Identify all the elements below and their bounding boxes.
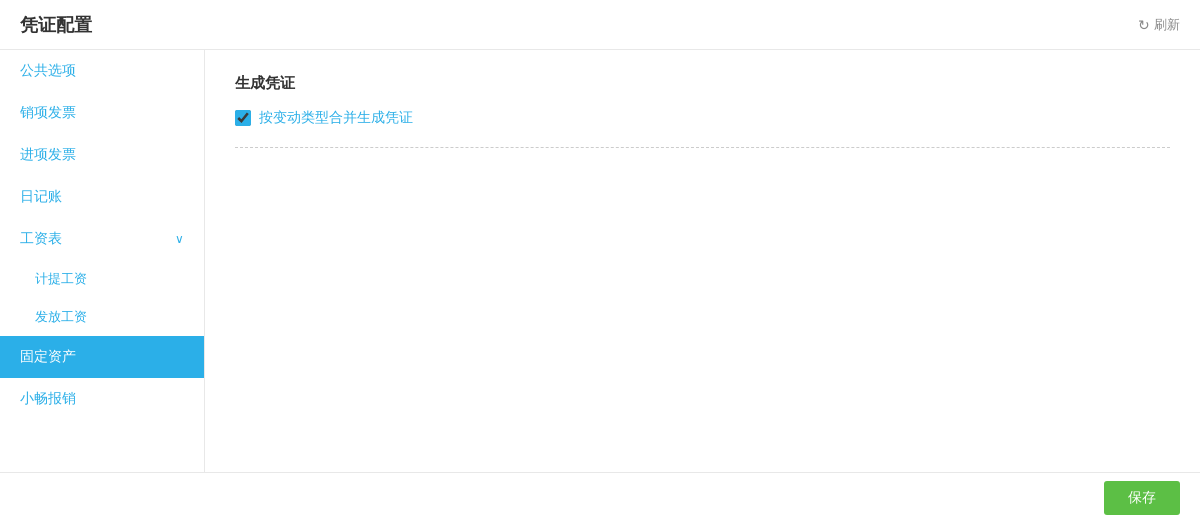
merge-by-type-checkbox[interactable]: [235, 110, 251, 126]
refresh-button[interactable]: ↻ 刷新: [1138, 16, 1180, 34]
section-title: 生成凭证: [235, 74, 1170, 93]
page-title: 凭证配置: [20, 13, 92, 37]
sidebar-item-label: 固定资产: [20, 348, 76, 366]
footer: 保存: [0, 472, 1200, 522]
main-container: 公共选项 销项发票 进项发票 日记账 工资表 ∨ 计提工资 发放工资 固定资产 …: [0, 50, 1200, 472]
save-button[interactable]: 保存: [1104, 481, 1180, 515]
sidebar: 公共选项 销项发票 进项发票 日记账 工资表 ∨ 计提工资 发放工资 固定资产 …: [0, 50, 205, 472]
content-area: 生成凭证 按变动类型合并生成凭证: [205, 50, 1200, 472]
sidebar-item-public-options[interactable]: 公共选项: [0, 50, 204, 92]
sidebar-item-label: 进项发票: [20, 146, 76, 164]
sidebar-item-payroll[interactable]: 工资表 ∨: [0, 218, 204, 260]
sidebar-item-label: 销项发票: [20, 104, 76, 122]
sidebar-item-sales-invoice[interactable]: 销项发票: [0, 92, 204, 134]
section-divider: [235, 147, 1170, 148]
sidebar-item-payroll-pay[interactable]: 发放工资: [0, 298, 204, 336]
refresh-label: 刷新: [1154, 16, 1180, 34]
sidebar-item-label: 发放工资: [35, 309, 87, 324]
sidebar-item-label: 公共选项: [20, 62, 76, 80]
refresh-icon: ↻: [1138, 17, 1150, 33]
chevron-down-icon: ∨: [175, 232, 184, 246]
sidebar-item-label: 日记账: [20, 188, 62, 206]
sidebar-item-journal[interactable]: 日记账: [0, 176, 204, 218]
header: 凭证配置 ↻ 刷新: [0, 0, 1200, 50]
sidebar-item-label: 小畅报销: [20, 390, 76, 408]
merge-by-type-label[interactable]: 按变动类型合并生成凭证: [259, 109, 413, 127]
sidebar-item-label: 工资表: [20, 230, 62, 248]
sidebar-item-payroll-calc[interactable]: 计提工资: [0, 260, 204, 298]
sidebar-item-label: 计提工资: [35, 271, 87, 286]
sidebar-item-expense-report[interactable]: 小畅报销: [0, 378, 204, 420]
sidebar-item-fixed-assets[interactable]: 固定资产: [0, 336, 204, 378]
checkbox-row: 按变动类型合并生成凭证: [235, 109, 1170, 127]
sidebar-item-purchase-invoice[interactable]: 进项发票: [0, 134, 204, 176]
